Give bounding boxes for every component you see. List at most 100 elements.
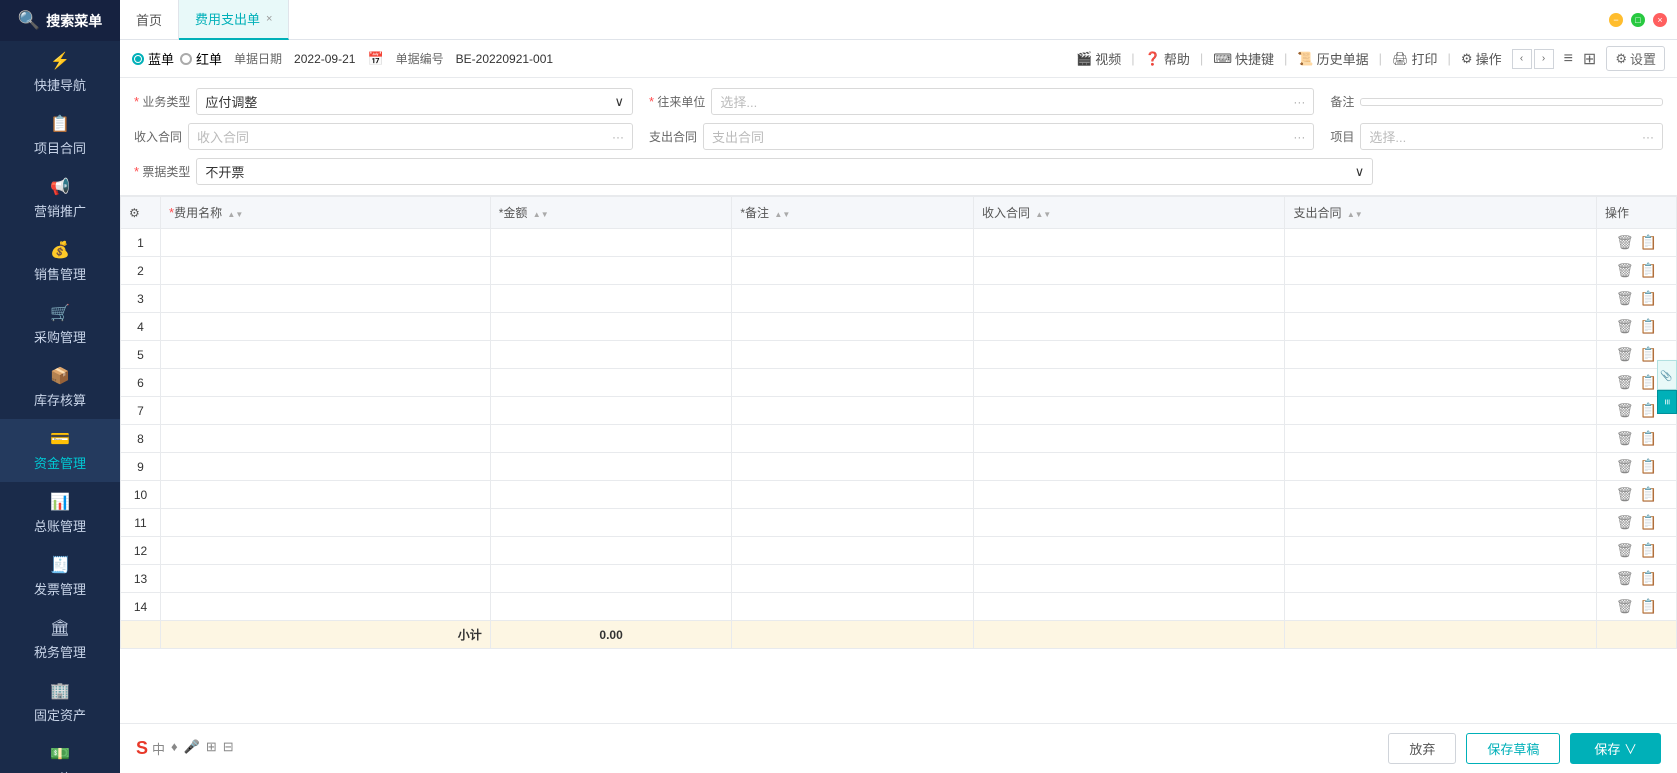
cell-remark-1[interactable] bbox=[732, 229, 974, 257]
shortcut-btn[interactable]: ⌨ 快捷键 bbox=[1213, 49, 1274, 68]
cell-income-contract-2[interactable] bbox=[974, 257, 1285, 285]
project-input[interactable]: 选择... ··· bbox=[1360, 123, 1663, 150]
cell-income-contract-8[interactable] bbox=[974, 425, 1285, 453]
save-draft-button[interactable]: 保存草稿 bbox=[1466, 733, 1560, 764]
settings-button[interactable]: ⚙ 设置 bbox=[1606, 46, 1665, 71]
cell-income-contract-1[interactable] bbox=[974, 229, 1285, 257]
delete-row-9-btn[interactable]: 🗑 bbox=[1616, 458, 1634, 475]
cell-amount-5[interactable] bbox=[490, 341, 732, 369]
cell-expense-contract-5[interactable] bbox=[1285, 341, 1597, 369]
nav-prev-btn[interactable]: ‹ bbox=[1512, 49, 1532, 69]
cell-amount-12[interactable] bbox=[490, 537, 732, 565]
cell-income-contract-7[interactable] bbox=[974, 397, 1285, 425]
cell-remark-5[interactable] bbox=[732, 341, 974, 369]
minimize-button[interactable]: − bbox=[1609, 13, 1623, 27]
expense-contract-input[interactable]: 支出合同 ··· bbox=[703, 123, 1314, 150]
cell-expense-contract-6[interactable] bbox=[1285, 369, 1597, 397]
copy-row-7-btn[interactable]: 📋 bbox=[1640, 402, 1657, 419]
maximize-button[interactable]: □ bbox=[1631, 13, 1645, 27]
cell-income-contract-12[interactable] bbox=[974, 537, 1285, 565]
cell-expense-name-2[interactable] bbox=[161, 257, 491, 285]
partner-input[interactable]: 选择... ··· bbox=[711, 88, 1314, 115]
blue-bill-radio[interactable]: 蓝单 bbox=[132, 49, 174, 68]
grid-view-btn[interactable]: ⊞ bbox=[1583, 49, 1596, 69]
abandon-button[interactable]: 放弃 bbox=[1388, 733, 1456, 764]
copy-row-4-btn[interactable]: 📋 bbox=[1640, 318, 1657, 335]
cell-expense-contract-10[interactable] bbox=[1285, 481, 1597, 509]
sidebar-item-3[interactable]: 💰销售管理 bbox=[0, 230, 120, 293]
col-settings[interactable]: ⚙ bbox=[121, 197, 161, 229]
red-bill-radio[interactable]: 红单 bbox=[180, 49, 222, 68]
delete-row-3-btn[interactable]: 🗑 bbox=[1616, 290, 1634, 307]
sidebar-item-7[interactable]: 📊总账管理 bbox=[0, 482, 120, 545]
cell-expense-name-13[interactable] bbox=[161, 565, 491, 593]
income-dots-btn[interactable]: ··· bbox=[612, 130, 624, 144]
delete-row-13-btn[interactable]: 🗑 bbox=[1616, 570, 1634, 587]
save-button[interactable]: 保存 ∨ bbox=[1570, 733, 1661, 764]
cell-income-contract-11[interactable] bbox=[974, 509, 1285, 537]
delete-row-10-btn[interactable]: 🗑 bbox=[1616, 486, 1634, 503]
cell-amount-10[interactable] bbox=[490, 481, 732, 509]
cell-expense-name-8[interactable] bbox=[161, 425, 491, 453]
delete-row-1-btn[interactable]: 🗑 bbox=[1616, 234, 1634, 251]
cell-income-contract-9[interactable] bbox=[974, 453, 1285, 481]
right-panel-btn-1[interactable]: 📎 bbox=[1657, 359, 1677, 389]
cell-amount-2[interactable] bbox=[490, 257, 732, 285]
copy-row-10-btn[interactable]: 📋 bbox=[1640, 486, 1657, 503]
delete-row-8-btn[interactable]: 🗑 bbox=[1616, 430, 1634, 447]
cell-expense-contract-4[interactable] bbox=[1285, 313, 1597, 341]
partner-dots-btn[interactable]: ··· bbox=[1293, 95, 1305, 109]
calendar-icon[interactable]: 📅 bbox=[367, 51, 383, 67]
copy-row-1-btn[interactable]: 📋 bbox=[1640, 234, 1657, 251]
cell-expense-contract-3[interactable] bbox=[1285, 285, 1597, 313]
cell-expense-name-6[interactable] bbox=[161, 369, 491, 397]
cell-remark-8[interactable] bbox=[732, 425, 974, 453]
cell-amount-14[interactable] bbox=[490, 593, 732, 621]
project-dots-btn[interactable]: ··· bbox=[1642, 130, 1654, 144]
delete-row-2-btn[interactable]: 🗑 bbox=[1616, 262, 1634, 279]
copy-row-9-btn[interactable]: 📋 bbox=[1640, 458, 1657, 475]
cell-expense-name-4[interactable] bbox=[161, 313, 491, 341]
cell-remark-12[interactable] bbox=[732, 537, 974, 565]
cell-expense-name-14[interactable] bbox=[161, 593, 491, 621]
delete-row-11-btn[interactable]: 🗑 bbox=[1616, 514, 1634, 531]
cell-amount-9[interactable] bbox=[490, 453, 732, 481]
sidebar-item-5[interactable]: 📦库存核算 bbox=[0, 356, 120, 419]
copy-row-11-btn[interactable]: 📋 bbox=[1640, 514, 1657, 531]
close-button[interactable]: × bbox=[1653, 13, 1667, 27]
list-view-btn[interactable]: ≡ bbox=[1564, 50, 1573, 68]
sidebar-item-0[interactable]: ⚡快捷导航 bbox=[0, 41, 120, 104]
delete-row-4-btn[interactable]: 🗑 bbox=[1616, 318, 1634, 335]
cell-expense-name-3[interactable] bbox=[161, 285, 491, 313]
delete-row-7-btn[interactable]: 🗑 bbox=[1616, 402, 1634, 419]
cell-amount-13[interactable] bbox=[490, 565, 732, 593]
cell-expense-contract-12[interactable] bbox=[1285, 537, 1597, 565]
tab-close-icon[interactable]: × bbox=[266, 13, 272, 25]
video-btn[interactable]: 🎬 视频 bbox=[1076, 49, 1121, 68]
date-value[interactable]: 2022-09-21 bbox=[294, 52, 355, 66]
sidebar-item-9[interactable]: 🏛税务管理 bbox=[0, 608, 120, 671]
action-btn[interactable]: ⚙ 操作 bbox=[1461, 49, 1502, 68]
delete-row-12-btn[interactable]: 🗑 bbox=[1616, 542, 1634, 559]
cell-remark-14[interactable] bbox=[732, 593, 974, 621]
sidebar-item-10[interactable]: 🏢固定资产 bbox=[0, 671, 120, 734]
copy-row-14-btn[interactable]: 📋 bbox=[1640, 598, 1657, 615]
cell-remark-4[interactable] bbox=[732, 313, 974, 341]
help-btn[interactable]: ❓ 帮助 bbox=[1145, 49, 1190, 68]
cell-amount-11[interactable] bbox=[490, 509, 732, 537]
cell-income-contract-6[interactable] bbox=[974, 369, 1285, 397]
print-btn[interactable]: 🖨 打印 bbox=[1392, 49, 1438, 68]
cell-income-contract-14[interactable] bbox=[974, 593, 1285, 621]
cell-amount-6[interactable] bbox=[490, 369, 732, 397]
tab-home[interactable]: 首页 bbox=[120, 0, 179, 40]
cell-expense-name-11[interactable] bbox=[161, 509, 491, 537]
cell-remark-3[interactable] bbox=[732, 285, 974, 313]
delete-row-14-btn[interactable]: 🗑 bbox=[1616, 598, 1634, 615]
copy-row-3-btn[interactable]: 📋 bbox=[1640, 290, 1657, 307]
cell-amount-7[interactable] bbox=[490, 397, 732, 425]
delete-row-6-btn[interactable]: 🗑 bbox=[1616, 374, 1634, 391]
copy-row-8-btn[interactable]: 📋 bbox=[1640, 430, 1657, 447]
cell-remark-10[interactable] bbox=[732, 481, 974, 509]
cell-expense-contract-7[interactable] bbox=[1285, 397, 1597, 425]
cell-remark-2[interactable] bbox=[732, 257, 974, 285]
